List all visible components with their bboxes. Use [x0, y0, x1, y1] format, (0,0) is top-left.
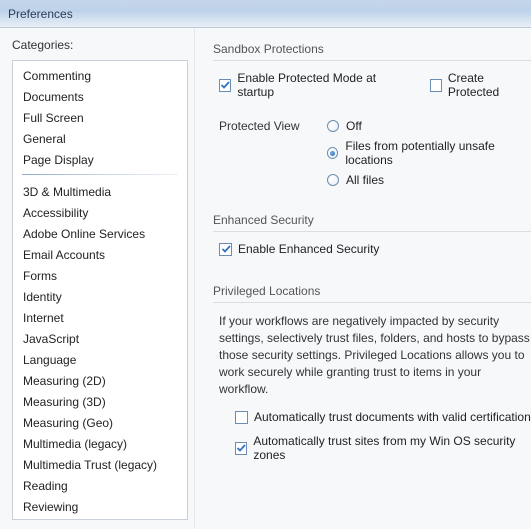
category-item[interactable]: Multimedia (legacy): [13, 433, 187, 454]
list-separator: [22, 174, 178, 175]
window-title: Preferences: [8, 7, 73, 21]
create-protected-checkbox[interactable]: [430, 79, 442, 92]
protected-view-off-radio[interactable]: [327, 120, 339, 132]
enable-protected-mode-checkbox[interactable]: [219, 79, 231, 92]
section-privileged-title: Privileged Locations: [213, 284, 531, 298]
category-item[interactable]: Reviewing: [13, 496, 187, 517]
category-item[interactable]: Accessibility: [13, 202, 187, 223]
enable-enhanced-security-label: Enable Enhanced Security: [238, 242, 379, 256]
create-protected-label: Create Protected: [448, 71, 531, 99]
auto-trust-sites-label: Automatically trust sites from my Win OS…: [253, 434, 531, 462]
section-rule: [213, 60, 531, 61]
category-item[interactable]: 3D & Multimedia: [13, 181, 187, 202]
auto-trust-docs-label: Automatically trust documents with valid…: [254, 410, 531, 424]
category-item[interactable]: JavaScript: [13, 328, 187, 349]
window-titlebar: Preferences: [0, 0, 531, 28]
section-rule: [213, 302, 531, 303]
settings-pane: Sandbox Protections Enable Protected Mod…: [195, 28, 531, 529]
categories-label: Categories:: [12, 38, 188, 52]
auto-trust-docs-checkbox[interactable]: [235, 411, 248, 424]
protected-view-unsafe-radio[interactable]: [327, 147, 338, 159]
protected-view-label: Protected View: [219, 119, 311, 133]
category-item[interactable]: Reading: [13, 475, 187, 496]
section-enhanced-title: Enhanced Security: [213, 213, 531, 227]
categories-listbox[interactable]: CommentingDocumentsFull ScreenGeneralPag…: [12, 60, 188, 520]
category-item[interactable]: Adobe Online Services: [13, 223, 187, 244]
work-area: Categories: CommentingDocumentsFull Scre…: [0, 28, 531, 529]
protected-view-off-label: Off: [346, 119, 362, 133]
category-item[interactable]: Documents: [13, 86, 187, 107]
section-rule: [213, 231, 531, 232]
privileged-description: If your workflows are negatively impacte…: [219, 313, 531, 398]
category-item[interactable]: Commenting: [13, 65, 187, 86]
category-item[interactable]: General: [13, 128, 187, 149]
protected-view-all-radio[interactable]: [327, 174, 339, 186]
categories-pane: Categories: CommentingDocumentsFull Scre…: [0, 28, 195, 529]
category-item[interactable]: Multimedia Trust (legacy): [13, 454, 187, 475]
enable-protected-mode-label: Enable Protected Mode at startup: [237, 71, 405, 99]
category-item[interactable]: Forms: [13, 265, 187, 286]
category-item[interactable]: Identity: [13, 286, 187, 307]
protected-view-unsafe-label: Files from potentially unsafe locations: [345, 139, 531, 167]
protected-view-all-label: All files: [346, 173, 384, 187]
category-item[interactable]: Search: [13, 517, 187, 520]
category-item[interactable]: Measuring (2D): [13, 370, 187, 391]
category-item[interactable]: Internet: [13, 307, 187, 328]
category-item[interactable]: Measuring (Geo): [13, 412, 187, 433]
category-item[interactable]: Language: [13, 349, 187, 370]
category-item[interactable]: Page Display: [13, 149, 187, 170]
section-sandbox-title: Sandbox Protections: [213, 42, 531, 56]
enable-enhanced-security-checkbox[interactable]: [219, 243, 232, 256]
category-item[interactable]: Measuring (3D): [13, 391, 187, 412]
auto-trust-sites-checkbox[interactable]: [235, 442, 247, 455]
protected-view-group: Protected View Off Files from potentiall…: [219, 119, 531, 187]
category-item[interactable]: Email Accounts: [13, 244, 187, 265]
category-item[interactable]: Full Screen: [13, 107, 187, 128]
